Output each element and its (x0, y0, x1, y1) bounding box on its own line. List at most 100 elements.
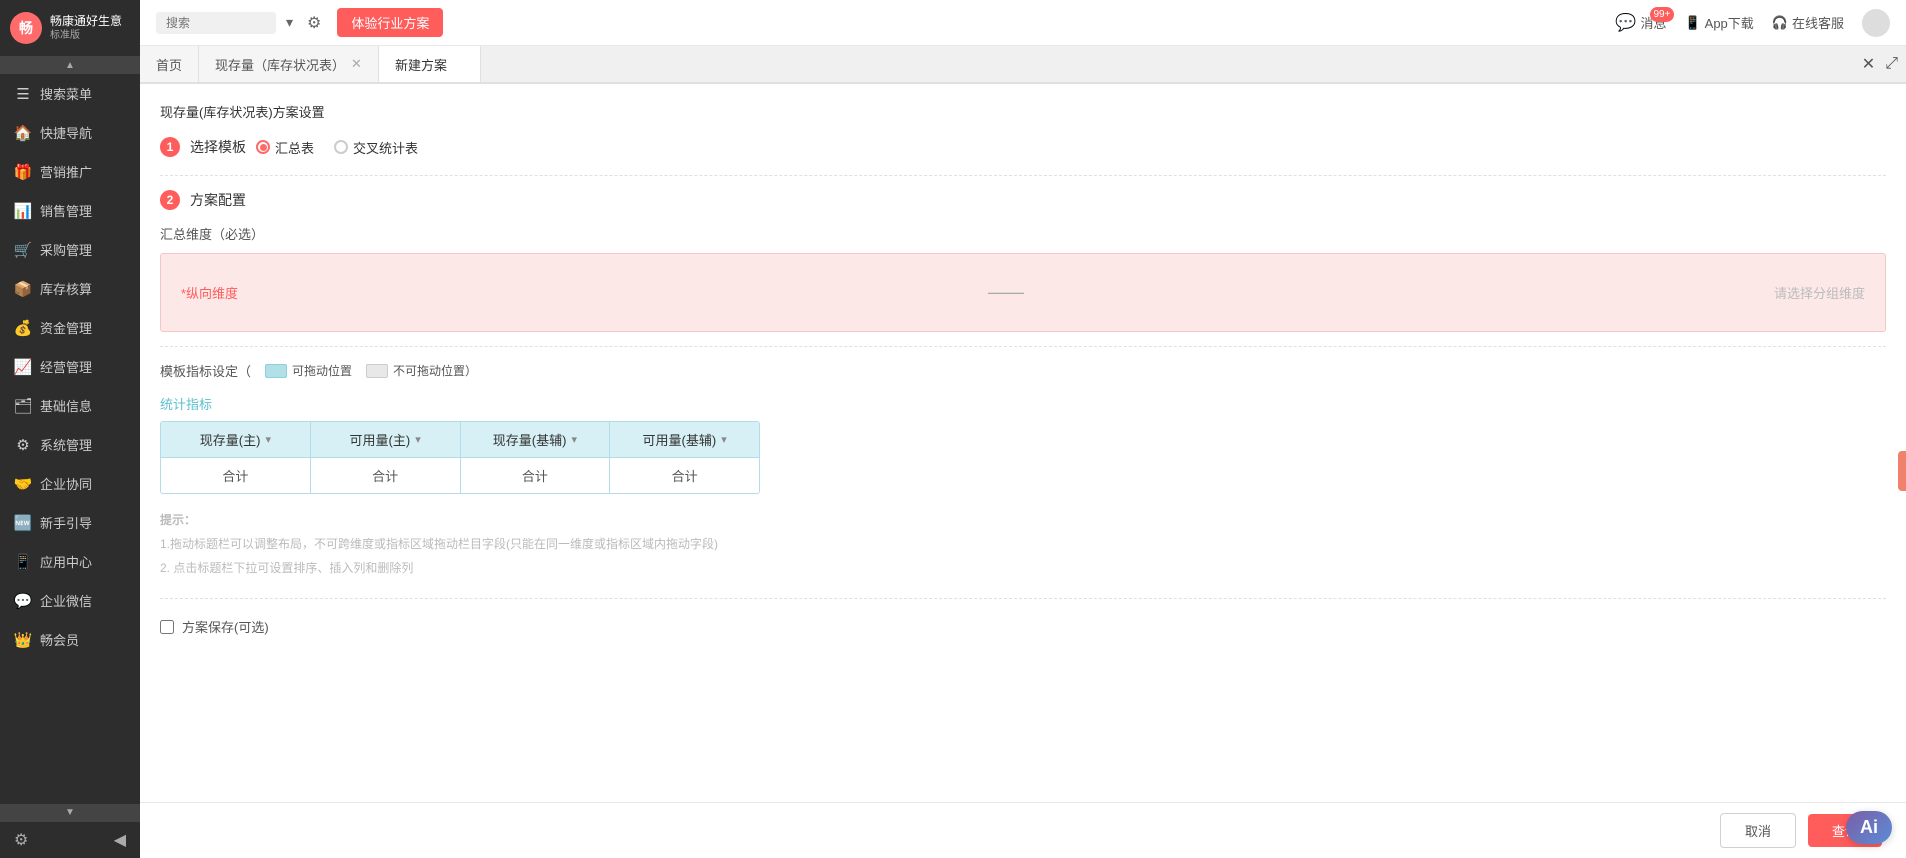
stats-col-3-chevron[interactable]: ▾ (721, 433, 727, 446)
sidebar-item-operation[interactable]: 📈 经营管理 (0, 347, 140, 386)
sidebar-item-system[interactable]: ⚙系统管理 (0, 425, 140, 464)
divider3 (160, 598, 1886, 599)
save-row: 方案保存(可选) (160, 617, 1886, 636)
radio-cross-label: 交叉统计表 (353, 138, 418, 157)
sidebar-icon-purchase: 🛒 (14, 241, 32, 259)
window-close-button[interactable]: ✕ (1862, 54, 1875, 74)
radio-summary-label: 汇总表 (275, 138, 314, 157)
online-service-button[interactable]: 🎧 在线客服 (1772, 13, 1844, 32)
divider1 (160, 175, 1886, 176)
sidebar-item-quick-nav[interactable]: 🏠快捷导航 (0, 113, 140, 152)
app-download-button[interactable]: 📱 App下载 (1684, 13, 1753, 32)
stats-col-0: 现存量(主) ▾ (161, 422, 311, 457)
stats-col-0-chevron[interactable]: ▾ (265, 433, 271, 446)
sidebar-icon-guide: 🆕 (14, 514, 32, 532)
app-download-label: App下载 (1705, 13, 1754, 32)
save-checkbox[interactable] (160, 620, 174, 634)
ai-badge[interactable]: Ai (1846, 811, 1892, 844)
trial-button[interactable]: 体验行业方案 (337, 8, 443, 37)
sidebar-label-member: 畅会员 (40, 630, 79, 649)
window-expand-button[interactable]: ⤢ (1885, 55, 1898, 73)
stats-cell-0: 合计 (161, 458, 311, 493)
cancel-button[interactable]: 取消 (1720, 813, 1796, 848)
tab-inventory-status[interactable]: 现存量（库存状况表） ✕ (199, 46, 379, 82)
radio-summary[interactable]: 汇总表 (256, 138, 314, 157)
footer-bar: 取消 查询 (140, 802, 1906, 858)
stats-col-3-label: 可用量(基辅) (643, 430, 717, 449)
sidebar-item-apps[interactable]: 📱应用中心 (0, 542, 140, 581)
section1-label: 选择模板 (190, 137, 246, 157)
sidebar-footer: ⚙ ◀ (0, 821, 140, 858)
section1-title-row: 1 选择模板 汇总表 交叉统计表 (160, 137, 1886, 157)
main-area: ▾ ⚙ 体验行业方案 💬 消息 99+ 📱 App下载 🎧 在线客服 首页 (140, 0, 1906, 858)
dimension-box[interactable]: *纵向维度 —— 请选择分组维度 (160, 253, 1886, 332)
dropdown-button[interactable]: ▾ (286, 14, 293, 31)
sidebar-icon-wechat: 💬 (14, 592, 32, 610)
sidebar-item-member[interactable]: 👑 畅会员 (0, 620, 140, 659)
resize-handle[interactable] (1898, 451, 1906, 491)
stats-cell-2: 合计 (461, 458, 611, 493)
tab-home-label: 首页 (156, 55, 182, 74)
sidebar-item-basic[interactable]: 🗂基础信息 (0, 386, 140, 425)
sidebar-label-inventory: 库存核算 (40, 279, 92, 298)
tab-inventory-label: 现存量（库存状况表） (215, 55, 345, 74)
section-config: 2 方案配置 汇总维度（必选） *纵向维度 —— 请选择分组维度 模板指标设定（… (160, 190, 1886, 580)
sidebar-nav: ☰搜索菜单🏠快捷导航🎁营销推广 📊 销售管理 🛒 采购管理 📦库存核算💰资金管理 📈 经营管理… (0, 74, 140, 804)
gear-button[interactable]: ⚙ (307, 13, 321, 33)
radio-summary-circle (256, 140, 270, 154)
radio-cross[interactable]: 交叉统计表 (334, 138, 418, 157)
sidebar-icon-operation: 📈 (14, 358, 32, 376)
collapse-icon[interactable]: ◀ (114, 830, 126, 850)
radio-cross-circle (334, 140, 348, 154)
sidebar-label-cooperation: 企业协同 (40, 474, 92, 493)
tab-new-plan[interactable]: 新建方案 ✕ (379, 46, 481, 82)
stats-label: 统计指标 (160, 394, 1886, 413)
tips-tip2: 2. 点击标题栏下拉可设置排序、插入列和删除列 (160, 561, 413, 575)
sidebar-item-inventory[interactable]: 📦库存核算 (0, 269, 140, 308)
sidebar-icon-sales: 📊 (14, 202, 32, 220)
message-icon: 💬 (1615, 13, 1636, 33)
topbar: ▾ ⚙ 体验行业方案 💬 消息 99+ 📱 App下载 🎧 在线客服 (140, 0, 1906, 46)
sidebar-item-purchase[interactable]: 🛒 采购管理 (0, 230, 140, 269)
stats-table-header: 现存量(主) ▾ 可用量(主) ▾ 现存量(基辅) ▾ 可用量(基辅) ▾ (161, 422, 759, 457)
legend-draggable-label: 可拖动位置 (292, 362, 352, 379)
sidebar-label-sales: 销售管理 (40, 201, 92, 220)
stats-col-0-label: 现存量(主) (200, 430, 261, 449)
sidebar-label-operation: 经营管理 (40, 357, 92, 376)
section-template: 1 选择模板 汇总表 交叉统计表 (160, 137, 1886, 157)
sidebar-label-purchase: 采购管理 (40, 240, 92, 259)
sidebar-item-marketing[interactable]: 🎁营销推广 (0, 152, 140, 191)
app-title: 畅康通好生意 标准版 (50, 14, 122, 43)
sidebar-item-guide[interactable]: 🆕新手引导 (0, 503, 140, 542)
sidebar-scroll-up[interactable]: ▲ (0, 57, 140, 74)
sidebar-item-cooperation[interactable]: 🤝企业协同 (0, 464, 140, 503)
sidebar-icon-quick-nav: 🏠 (14, 124, 32, 142)
sidebar-icon-apps: 📱 (14, 553, 32, 571)
sidebar-item-finance[interactable]: 💰资金管理 (0, 308, 140, 347)
stats-col-2-chevron[interactable]: ▾ (571, 433, 577, 446)
page-title: 现存量(库存状况表)方案设置 (160, 102, 1886, 121)
section2-num: 2 (160, 190, 180, 210)
legend-non-draggable: 不可拖动位置） (366, 362, 477, 379)
tab-new-close[interactable]: ✕ (453, 56, 464, 72)
sidebar-label-basic: 基础信息 (40, 396, 92, 415)
sidebar-item-wechat[interactable]: 💬 企业微信 (0, 581, 140, 620)
settings-icon[interactable]: ⚙ (14, 830, 28, 850)
dimension-sublabel: 汇总维度（必选） (160, 224, 1886, 243)
tab-inventory-close[interactable]: ✕ (351, 56, 362, 72)
section2-label: 方案配置 (190, 190, 246, 210)
legend-draggable-box (265, 364, 287, 378)
online-service-label: 在线客服 (1792, 13, 1844, 32)
search-input[interactable] (156, 12, 276, 34)
user-avatar[interactable] (1862, 9, 1890, 37)
tab-home[interactable]: 首页 (140, 46, 199, 82)
sidebar-label-wechat: 企业微信 (40, 591, 92, 610)
sidebar-scroll-down[interactable]: ▼ (0, 804, 140, 821)
sidebar-item-sales[interactable]: 📊 销售管理 (0, 191, 140, 230)
sidebar-item-search[interactable]: ☰搜索菜单 (0, 74, 140, 113)
sidebar-icon-finance: 💰 (14, 319, 32, 337)
sidebar-icon-member: 👑 (14, 631, 32, 649)
stats-col-1-chevron[interactable]: ▾ (415, 433, 421, 446)
sidebar-label-marketing: 营销推广 (40, 162, 92, 181)
message-button[interactable]: 💬 消息 99+ (1615, 13, 1666, 33)
